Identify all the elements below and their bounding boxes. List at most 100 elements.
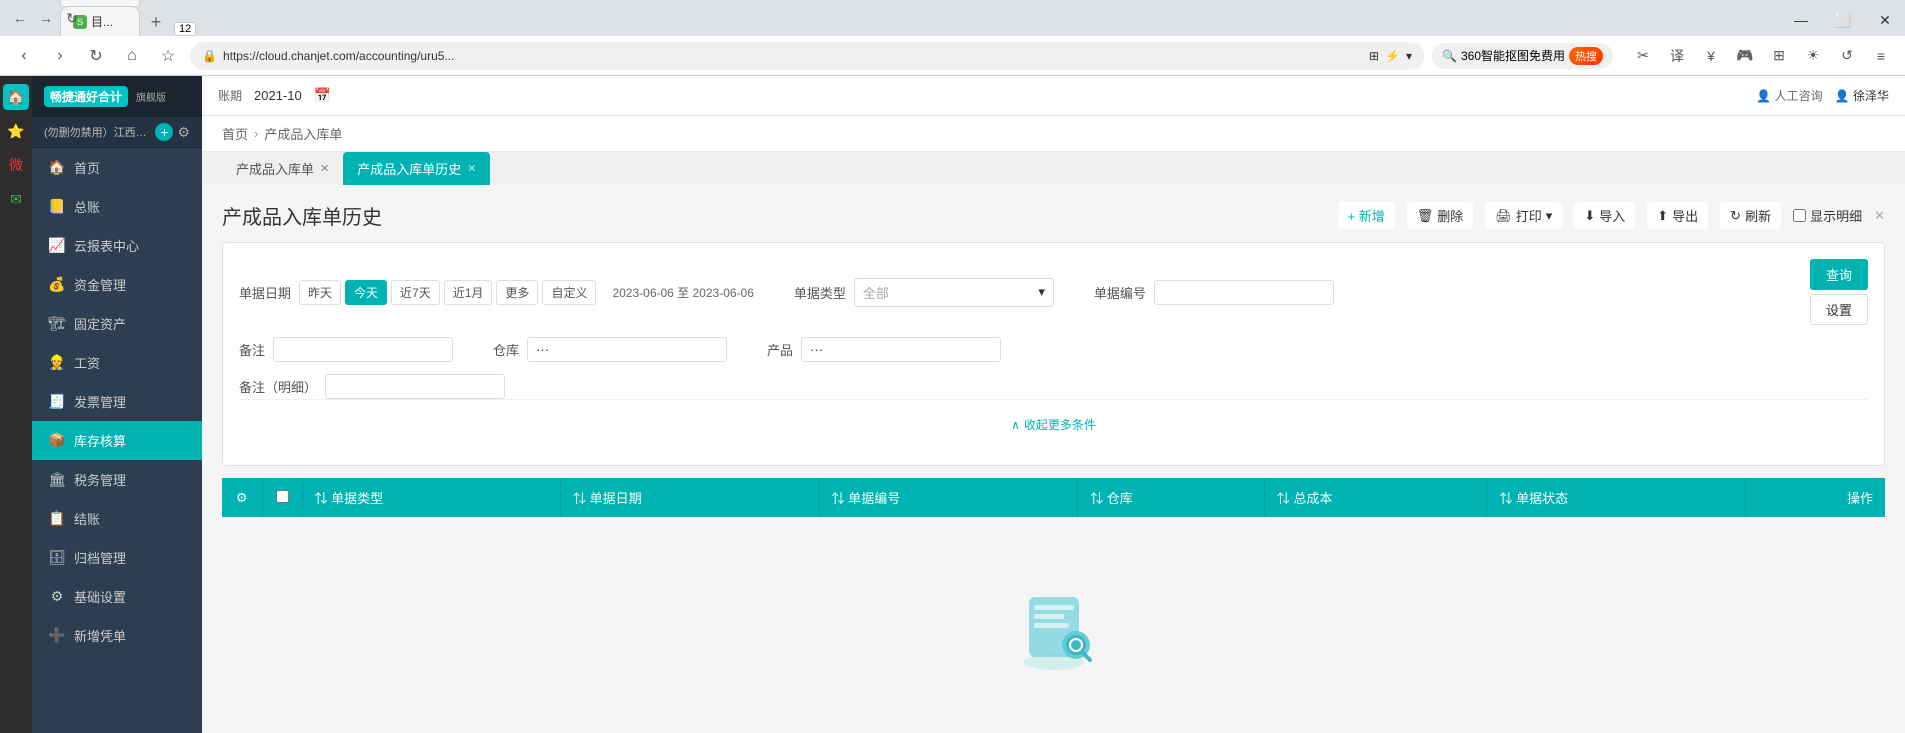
url-box[interactable]: 🔒 https://cloud.chanjet.com/accounting/u…	[190, 42, 1424, 70]
print-btn[interactable]: 🖨 打印 ▾	[1485, 202, 1562, 229]
delete-icon: 🗑	[1417, 208, 1434, 224]
export-btn[interactable]: ⬆ 导出	[1647, 202, 1708, 229]
date-btn-今天[interactable]: 今天	[345, 280, 387, 305]
menu-icon[interactable]: ≡	[1867, 42, 1895, 70]
sidebar-item-reports[interactable]: 📈云报表中心	[32, 226, 202, 265]
icon-sidebar-star[interactable]: ⭐	[3, 118, 29, 144]
window-controls: — ⬜ ✕	[1781, 4, 1905, 36]
th-total_cost[interactable]: ⇅ 总成本	[1264, 478, 1487, 517]
sidebar-item-tax[interactable]: 🏛税务管理	[32, 460, 202, 499]
page-tab-list[interactable]: 产成品入库单✕	[222, 152, 343, 185]
th-date[interactable]: ⇅ 单据日期	[561, 478, 820, 517]
th-status[interactable]: ⇅ 单据状态	[1487, 478, 1746, 517]
minimize-btn[interactable]: —	[1781, 4, 1821, 36]
company-settings-icon[interactable]: ⚙	[177, 124, 190, 141]
select-all-checkbox[interactable]	[276, 490, 289, 503]
collapse-icon: ∧	[1011, 418, 1020, 432]
sidebar-item-home[interactable]: 🏠首页	[32, 148, 202, 187]
th-settings[interactable]: ⚙	[222, 478, 262, 517]
nav-icon-fixed: 🏗	[48, 315, 66, 332]
detail-note-input[interactable]	[325, 374, 505, 399]
maximize-btn[interactable]: ⬜	[1823, 4, 1863, 36]
undo-icon[interactable]: ↺	[1833, 42, 1861, 70]
game-icon[interactable]: 🎮	[1731, 42, 1759, 70]
product-select[interactable]: ···	[801, 337, 1001, 362]
sidebar-item-settle[interactable]: 📋结账	[32, 499, 202, 538]
sidebar-item-archive[interactable]: 🗄归档管理	[32, 538, 202, 577]
add-company-btn[interactable]: +	[155, 123, 173, 141]
breadcrumb-list[interactable]: 产成品入库单	[264, 124, 342, 143]
panel-close-icon[interactable]: ✕	[1874, 208, 1885, 224]
number-input[interactable]	[1154, 280, 1334, 305]
th-number[interactable]: ⇅ 单据编号	[819, 478, 1078, 517]
grid-icon[interactable]: ⊞	[1765, 42, 1793, 70]
icon-sidebar-chat[interactable]: 微	[3, 152, 29, 178]
back-btn[interactable]: ←	[8, 6, 32, 30]
user-service[interactable]: 👤 人工咨询	[1756, 87, 1822, 104]
forward-btn[interactable]: →	[34, 6, 58, 30]
import-btn[interactable]: ⬇ 导入	[1574, 202, 1635, 229]
type-label: 单据类型	[794, 283, 846, 302]
collapse-btn[interactable]: ∧ 收起更多条件	[1011, 416, 1096, 433]
tab-close-icon[interactable]: ✕	[320, 162, 329, 175]
date-btn-更多[interactable]: 更多	[496, 280, 538, 305]
page-tab-history[interactable]: 产成品入库单历史✕	[343, 152, 490, 185]
product-field: 产品 ···	[767, 337, 1001, 362]
search-actions: 查询 设置	[1810, 259, 1868, 325]
warehouse-select[interactable]: ···	[527, 337, 727, 362]
date-btn-近7天[interactable]: 近7天	[391, 280, 440, 305]
sort-icon: ⇅	[315, 491, 328, 506]
company-selector[interactable]: (勿删勿禁用）江西服宝测试专用	[44, 124, 151, 140]
query-btn[interactable]: 查询	[1810, 259, 1868, 290]
delete-btn[interactable]: 🗑 删除	[1407, 202, 1474, 229]
gear-icon[interactable]: ⚙	[236, 490, 248, 505]
sidebar-item-ledger[interactable]: 📒总账	[32, 187, 202, 226]
icon-sidebar-mail[interactable]: ✉	[3, 186, 29, 212]
currency-icon[interactable]: ¥	[1697, 42, 1725, 70]
settings-btn[interactable]: 设置	[1810, 294, 1868, 325]
nav-home[interactable]: ⌂	[118, 42, 146, 70]
breadcrumb-home[interactable]: 首页	[222, 124, 248, 143]
sort-icon: ⇅	[573, 491, 586, 506]
th-type[interactable]: ⇅ 单据类型	[302, 478, 561, 517]
refresh-btn[interactable]: ↻ 刷新	[1720, 202, 1781, 229]
close-btn[interactable]: ✕	[1865, 4, 1905, 36]
sidebar-item-payroll[interactable]: 👷工资	[32, 343, 202, 382]
show-detail-checkbox[interactable]	[1793, 209, 1806, 222]
scissors-icon[interactable]: ✂	[1629, 42, 1657, 70]
nav-forward[interactable]: ›	[46, 42, 74, 70]
nav-back[interactable]: ‹	[10, 42, 38, 70]
url-dropdown-icon[interactable]: ▾	[1406, 49, 1412, 63]
date-btn-近1月[interactable]: 近1月	[444, 280, 493, 305]
date-btn-自定义[interactable]: 自定义	[542, 280, 596, 305]
th-checkbox[interactable]	[262, 478, 302, 517]
new-tab-btn[interactable]: +	[142, 8, 170, 36]
search-box[interactable]: 🔍 360智能抠图免费用 热搜	[1432, 43, 1613, 69]
nav-refresh[interactable]: ↻	[82, 42, 110, 70]
sidebar-item-newbill[interactable]: ➕新增凭单	[32, 616, 202, 655]
add-btn[interactable]: + 新增	[1338, 202, 1395, 229]
sidebar-item-inventory[interactable]: 📦库存核算	[32, 421, 202, 460]
empty-state	[222, 517, 1885, 733]
tab-counter[interactable]: 12	[174, 22, 196, 36]
theme-icon[interactable]: ☀	[1799, 42, 1827, 70]
th-actions[interactable]: 操作	[1746, 478, 1885, 517]
nav-favorite[interactable]: ☆	[154, 42, 182, 70]
sidebar-item-funds[interactable]: 💰资金管理	[32, 265, 202, 304]
type-select[interactable]: 全部 ▾	[854, 278, 1054, 307]
sidebar-item-fixed[interactable]: 🏗固定资产	[32, 304, 202, 343]
browser-toolbar-icons: ✂ 译 ¥ 🎮 ⊞ ☀ ↺ ≡	[1629, 42, 1895, 70]
reload-btn[interactable]: ↻	[60, 6, 84, 30]
calendar-icon[interactable]: 📅	[314, 87, 331, 104]
sidebar-item-invoice[interactable]: 🧾发票管理	[32, 382, 202, 421]
icon-sidebar-home[interactable]: 🏠	[3, 84, 29, 110]
translate-icon[interactable]: 译	[1663, 42, 1691, 70]
show-detail-toggle[interactable]: 显示明细	[1793, 206, 1862, 225]
warehouse-more-icon: ···	[536, 342, 549, 357]
note-input[interactable]	[273, 337, 453, 362]
sidebar-item-basics[interactable]: ⚙基础设置	[32, 577, 202, 616]
period-value[interactable]: 2021-10	[254, 88, 302, 103]
th-warehouse[interactable]: ⇅ 仓库	[1078, 478, 1265, 517]
tab-close-icon[interactable]: ✕	[467, 162, 476, 175]
date-btn-昨天[interactable]: 昨天	[299, 280, 341, 305]
